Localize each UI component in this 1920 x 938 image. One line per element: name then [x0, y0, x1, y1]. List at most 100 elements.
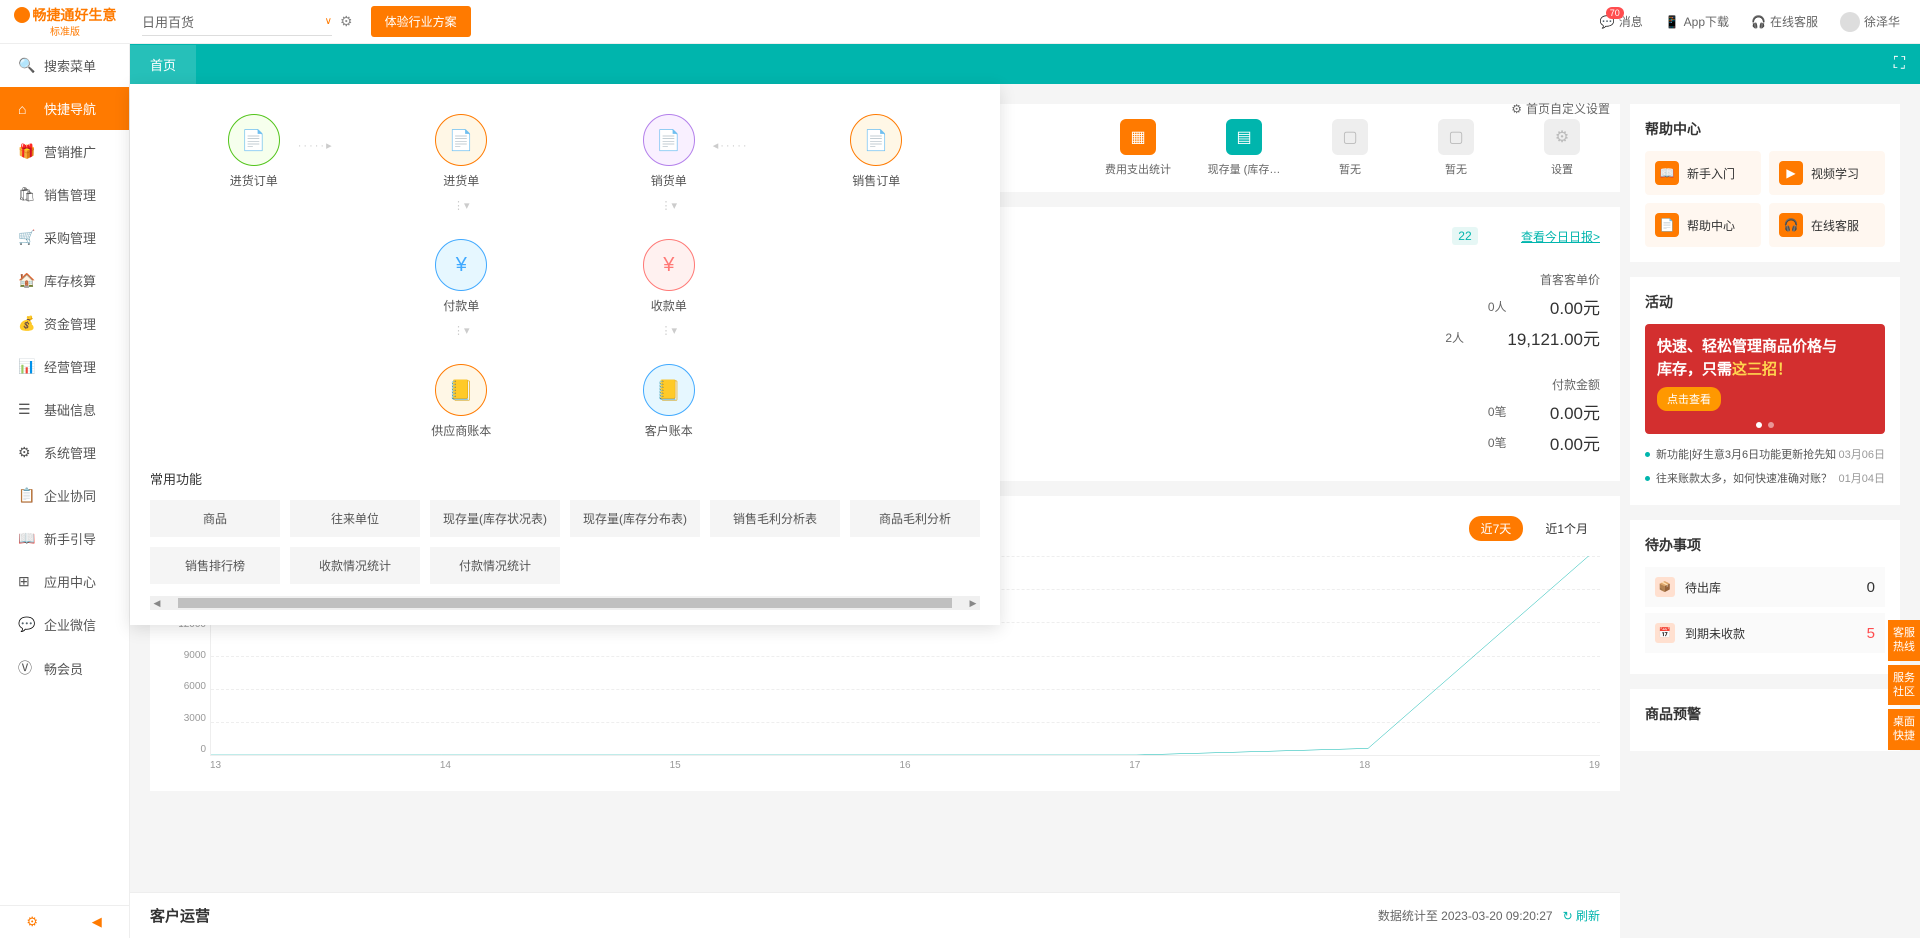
sidebar-item-appcenter[interactable]: ⊞应用中心	[0, 560, 129, 603]
sidebar-item-sales[interactable]: 🛍销售管理	[0, 173, 129, 216]
qa-expense-stats[interactable]: ▦费用支出统计	[1100, 119, 1176, 177]
arrow-left-icon: ◂·····	[713, 139, 749, 152]
app-download-link[interactable]: 📱App下载	[1665, 13, 1729, 30]
float-shortcut[interactable]: 桌面快捷	[1888, 709, 1920, 750]
home-icon: ⌂	[18, 101, 34, 117]
wechat-icon: 💬	[18, 616, 34, 633]
alert-title: 商品预警	[1645, 704, 1885, 724]
fullscreen-icon[interactable]: ⛶	[1879, 55, 1920, 73]
cart-icon: 🛍	[18, 186, 34, 203]
category-value: 日用百货	[142, 12, 194, 31]
common-btn-receipt-stats[interactable]: 收款情况统计	[290, 547, 420, 584]
common-btn-sales-profit[interactable]: 销售毛利分析表	[710, 500, 840, 537]
help-newbie[interactable]: 📖新手入门	[1645, 151, 1761, 195]
common-btn-product[interactable]: 商品	[150, 500, 280, 537]
flow-receipt-bill[interactable]: ¥ 收款单	[643, 239, 695, 314]
ledger-icon: 📒	[435, 364, 487, 416]
sidebar-item-quicknav[interactable]: ⌂快捷导航	[0, 87, 129, 130]
carousel-dot[interactable]	[1756, 422, 1762, 428]
user-menu[interactable]: 徐泽华	[1840, 12, 1900, 32]
box-icon: 📦	[1655, 577, 1675, 597]
help-service[interactable]: 🎧在线客服	[1769, 203, 1885, 247]
sidebar-item-inventory[interactable]: 🏠库存核算	[0, 259, 129, 302]
news-item[interactable]: 新功能|好生意3月6日功能更新抢先知03月06日	[1645, 442, 1885, 466]
common-btn-contact[interactable]: 往来单位	[290, 500, 420, 537]
chart-tab-1m[interactable]: 近1个月	[1533, 516, 1600, 541]
gear-icon[interactable]: ⚙	[340, 13, 353, 30]
chart-icon: 📊	[18, 358, 34, 375]
common-btn-sales-rank[interactable]: 销售排行榜	[150, 547, 280, 584]
help-center[interactable]: 📄帮助中心	[1645, 203, 1761, 247]
todo-title: 待办事项	[1645, 535, 1885, 555]
phone-icon: 📱	[1665, 15, 1680, 29]
help-video[interactable]: ▶视频学习	[1769, 151, 1885, 195]
scroll-left-icon[interactable]: ◀	[150, 598, 164, 609]
flow-supplier-ledger[interactable]: 📒 供应商账本	[431, 364, 491, 439]
online-service-link[interactable]: 🎧在线客服	[1751, 13, 1818, 30]
avatar	[1840, 12, 1860, 32]
promo-button[interactable]: 点击查看	[1657, 387, 1721, 411]
trial-button[interactable]: 体验行业方案	[371, 6, 471, 37]
qa-stock[interactable]: ▤现存量 (库存…	[1206, 119, 1282, 177]
flow-customer-ledger[interactable]: 📒 客户账本	[643, 364, 695, 439]
qa-settings[interactable]: ⚙设置	[1524, 119, 1600, 177]
promo-banner[interactable]: 快速、轻松管理商品价格与 库存，只需这三招！ 点击查看	[1645, 324, 1885, 434]
qa-empty2[interactable]: ▢暂无	[1418, 119, 1494, 177]
sidebar-item-member[interactable]: Ⓥ畅会员	[0, 646, 129, 690]
sidebar-item-collab[interactable]: 📋企业协同	[0, 474, 129, 517]
flow-purchase-bill[interactable]: 📄 进货单	[435, 114, 487, 189]
flow-purchase-order[interactable]: 📄 进货订单 ·····▸	[228, 114, 280, 189]
common-btn-product-profit[interactable]: 商品毛利分析	[850, 500, 980, 537]
scroll-right-icon[interactable]: ▶	[966, 598, 980, 609]
money-icon: 💰	[18, 315, 34, 332]
sidebar-item-operation[interactable]: 📊经营管理	[0, 345, 129, 388]
sidebar-item-marketing[interactable]: 🎁营销推广	[0, 130, 129, 173]
team-icon: 📋	[18, 487, 34, 504]
flow-payment-bill[interactable]: ¥ 付款单	[435, 239, 487, 314]
sidebar-item-wechat[interactable]: 💬企业微信	[0, 603, 129, 646]
flow-sales-bill[interactable]: 📄 销货单 ◂·····	[643, 114, 695, 189]
todo-pending-out[interactable]: 📦待出库0	[1645, 567, 1885, 607]
gear-icon: ⚙	[1511, 102, 1522, 116]
todo-overdue[interactable]: 📅到期未收款5	[1645, 613, 1885, 653]
qa-empty1[interactable]: ▢暂无	[1312, 119, 1388, 177]
message-badge: 70	[1606, 7, 1624, 19]
news-item[interactable]: 往来账款太多，如何快速准确对账？01月04日	[1645, 466, 1885, 490]
sidebar-item-search[interactable]: 🔍搜索菜单	[0, 44, 129, 87]
money-icon: ¥	[643, 239, 695, 291]
tab-home[interactable]: 首页	[130, 45, 196, 84]
common-btn-stock-status[interactable]: 现存量(库存状况表)	[430, 500, 560, 537]
scrollbar-thumb[interactable]	[178, 598, 952, 608]
daily-report-link[interactable]: 查看今日日报>	[1521, 228, 1600, 245]
category-select[interactable]: 日用百货 ∨	[142, 8, 332, 36]
float-hotline[interactable]: 客服热线	[1888, 620, 1920, 661]
common-btn-stock-dist[interactable]: 现存量(库存分布表)	[570, 500, 700, 537]
sidebar-settings-icon[interactable]: ⚙	[0, 906, 65, 938]
money-icon: ¥	[435, 239, 487, 291]
doc-icon: 📄	[435, 114, 487, 166]
sidebar-item-basicinfo[interactable]: ☰基础信息	[0, 388, 129, 431]
common-btn-payment-stats[interactable]: 付款情况统计	[430, 547, 560, 584]
footer-title: 客户运营	[150, 905, 210, 926]
sidebar-item-guide[interactable]: 📖新手引导	[0, 517, 129, 560]
chart-tab-7d[interactable]: 近7天	[1469, 516, 1524, 541]
vip-icon: Ⓥ	[18, 658, 34, 678]
empty-icon: ▢	[1332, 119, 1368, 155]
sidebar-collapse-icon[interactable]: ◀	[65, 906, 130, 938]
float-community[interactable]: 服务社区	[1888, 665, 1920, 706]
customize-link[interactable]: ⚙首页自定义设置	[1511, 100, 1610, 117]
gift-icon: 🎁	[18, 143, 34, 160]
carousel-dot[interactable]	[1768, 422, 1774, 428]
flow-sales-order[interactable]: 📄 销售订单	[850, 114, 902, 189]
sidebar-item-system[interactable]: ⚙系统管理	[0, 431, 129, 474]
doc-icon: 📄	[643, 114, 695, 166]
logo-area: 畅捷通好生意 标准版	[0, 1, 130, 42]
dropdown-scrollbar[interactable]: ◀ ▶	[150, 596, 980, 610]
bullet-icon	[1645, 476, 1650, 481]
video-icon: ▶	[1779, 161, 1803, 185]
refresh-link[interactable]: ↻ 刷新	[1563, 907, 1600, 924]
sidebar-item-purchase[interactable]: 🛒采购管理	[0, 216, 129, 259]
sidebar-item-finance[interactable]: 💰资金管理	[0, 302, 129, 345]
stats-tag: 22	[1452, 227, 1477, 245]
messages-link[interactable]: 💬 70 消息	[1600, 13, 1643, 30]
